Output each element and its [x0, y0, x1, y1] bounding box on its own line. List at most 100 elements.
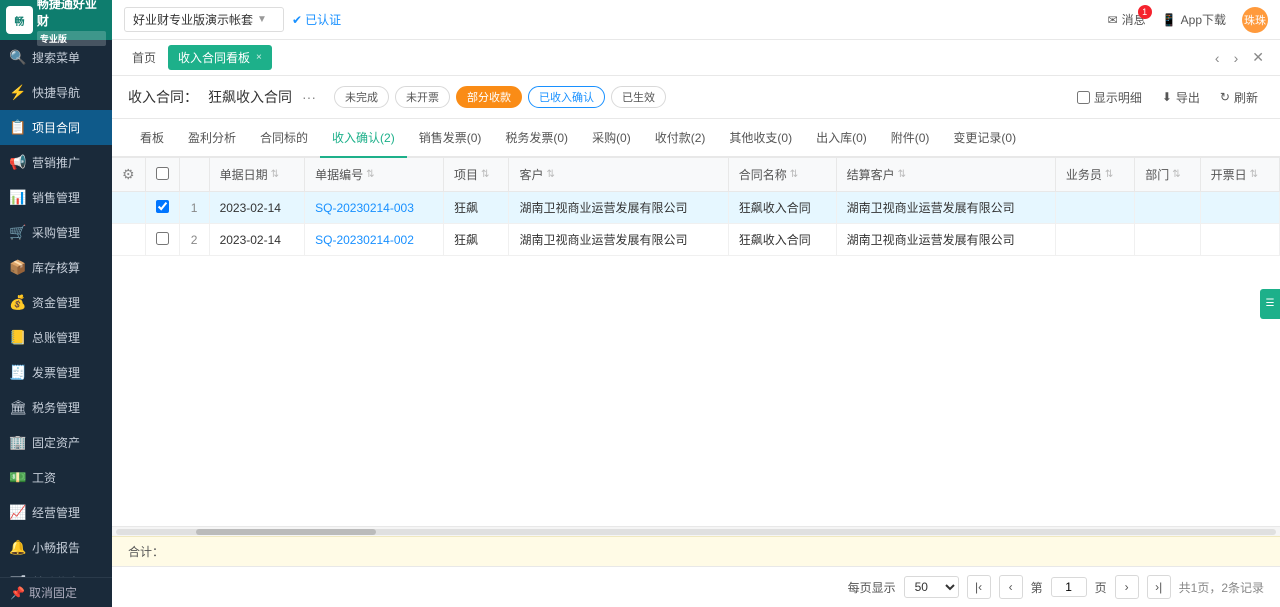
row1-final-customer: 湖南卫视商业运营发展有限公司: [836, 192, 1055, 224]
more-options-button[interactable]: ···: [302, 89, 316, 105]
row2-contract: 狂飙收入合同: [728, 224, 836, 256]
sidebar-item-ledger[interactable]: 📒 总账管理: [0, 320, 112, 355]
row2-department: [1135, 224, 1200, 256]
tab-subject[interactable]: 合同标的: [248, 119, 320, 158]
company-selector[interactable]: 好业财专业版演示帐套 ▼: [124, 7, 284, 32]
table-header-row: ⚙ 单据日期 ⇅: [112, 158, 1280, 192]
th-final-customer-label: 结算客户: [847, 166, 895, 183]
sidebar-item-label: 税务管理: [32, 399, 80, 416]
tab-tax-invoice[interactable]: 税务发票(0): [493, 119, 580, 158]
page-input[interactable]: [1051, 577, 1087, 597]
tab-purchase[interactable]: 采购(0): [580, 119, 643, 158]
th-customer[interactable]: 客户 ⇅: [509, 158, 728, 192]
settings-icon[interactable]: ⚙: [122, 166, 135, 182]
sidebar-item-purchase[interactable]: 🛒 采购管理: [0, 215, 112, 250]
scrollbar-thumb[interactable]: [196, 529, 376, 535]
sidebar-item-search[interactable]: 🔍 搜索菜单: [0, 40, 112, 75]
th-department-label: 部门: [1145, 166, 1169, 183]
sidebar-item-sales[interactable]: 📊 销售管理: [0, 180, 112, 215]
sidebar-item-fixed-assets[interactable]: 🏢 固定资产: [0, 425, 112, 460]
th-final-customer[interactable]: 结算客户 ⇅: [836, 158, 1055, 192]
page-next-button[interactable]: ›: [1115, 575, 1139, 599]
page-header: 收入合同： 狂飙收入合同 ··· 未完成 未开票 部分收款 已收入确认 已生效 …: [112, 76, 1280, 119]
show-detail-checkbox[interactable]: 显示明细: [1071, 87, 1148, 108]
row2-date: 2023-02-14: [209, 224, 305, 256]
tab-warehouse[interactable]: 出入库(0): [804, 119, 879, 158]
app-download-button[interactable]: 📱 App下载: [1162, 11, 1226, 28]
tab-income-contract[interactable]: 收入合同看板 ×: [168, 45, 272, 70]
status-uninvoiced[interactable]: 未开票: [395, 86, 450, 108]
company-name: 好业财专业版演示帐套: [133, 11, 253, 28]
sidebar-item-project-contract[interactable]: 📋 项目合同: [0, 110, 112, 145]
select-all-checkbox[interactable]: [156, 167, 169, 180]
status-incomplete[interactable]: 未完成: [334, 86, 389, 108]
user-avatar-button[interactable]: 珠珠: [1242, 7, 1268, 33]
sidebar-item-invoice[interactable]: 🧾 发票管理: [0, 355, 112, 390]
horizontal-scrollbar[interactable]: [112, 526, 1280, 536]
sidebar-item-report[interactable]: 🔔 小畅报告: [0, 530, 112, 565]
status-partial-received[interactable]: 部分收款: [456, 86, 522, 108]
th-contract[interactable]: 合同名称 ⇅: [728, 158, 836, 192]
refresh-button[interactable]: ↻ 刷新: [1214, 87, 1264, 108]
sidebar-item-base-info[interactable]: 🗂 基础信息: [0, 565, 112, 577]
total-label: 合计：: [128, 543, 164, 560]
sidebar-item-quicknav[interactable]: ⚡ 快捷导航: [0, 75, 112, 110]
tab-attachment[interactable]: 附件(0): [879, 119, 942, 158]
th-number[interactable]: 单据编号 ⇅: [305, 158, 444, 192]
verified-badge: ✔ 已认证: [292, 11, 341, 28]
show-detail-input[interactable]: [1077, 91, 1090, 104]
export-button[interactable]: ⬇ 导出: [1156, 87, 1206, 108]
sort-date-icon: ⇅: [271, 169, 279, 180]
sidebar-item-ops[interactable]: 📈 经营管理: [0, 495, 112, 530]
page-label: 第: [1031, 579, 1043, 596]
row2-checkbox[interactable]: [145, 224, 179, 256]
sort-number-icon: ⇅: [366, 169, 374, 180]
tab-next-button[interactable]: ›: [1230, 48, 1243, 68]
status-effective[interactable]: 已生效: [611, 86, 666, 108]
th-date[interactable]: 单据日期 ⇅: [209, 158, 305, 192]
row1-checkbox[interactable]: [145, 192, 179, 224]
sidebar-item-tax[interactable]: 🏛 税务管理: [0, 390, 112, 425]
table-row: 1 2023-02-14 SQ-20230214-003 狂飙 湖南卫视商业运营…: [112, 192, 1280, 224]
row1-number[interactable]: SQ-20230214-003: [305, 192, 444, 224]
tab-kanban[interactable]: 看板: [128, 119, 176, 158]
messages-button[interactable]: ✉ 消息 1: [1108, 11, 1146, 28]
app-download-icon: 📱: [1162, 13, 1177, 27]
tab-other[interactable]: 其他收支(0): [717, 119, 804, 158]
payroll-icon: 💵: [10, 470, 26, 486]
sidebar-item-inventory[interactable]: 📦 库存核算: [0, 250, 112, 285]
row2-number[interactable]: SQ-20230214-002: [305, 224, 444, 256]
inventory-icon: 📦: [10, 260, 26, 276]
th-department[interactable]: 部门 ⇅: [1135, 158, 1200, 192]
tab-prev-button[interactable]: ‹: [1211, 48, 1224, 68]
topbar: 好业财专业版演示帐套 ▼ ✔ 已认证 ✉ 消息 1 📱 App下载 珠珠: [112, 0, 1280, 40]
sidebar-nav: 🔍 搜索菜单 ⚡ 快捷导航 📋 项目合同 📢 营销推广 📊 销售管理 🛒 采购管…: [0, 40, 112, 577]
page-last-button[interactable]: ›|: [1147, 575, 1171, 599]
status-confirmed[interactable]: 已收入确认: [528, 86, 605, 108]
tab-change-log[interactable]: 变更记录(0): [941, 119, 1028, 158]
sidebar-item-marketing[interactable]: 📢 营销推广: [0, 145, 112, 180]
data-table-area: ⚙ 单据日期 ⇅: [112, 158, 1280, 526]
page-header-actions: 显示明细 ⬇ 导出 ↻ 刷新: [1071, 87, 1264, 108]
th-project[interactable]: 项目 ⇅: [444, 158, 509, 192]
row1-index: 1: [179, 192, 209, 224]
th-salesperson[interactable]: 业务员 ⇅: [1055, 158, 1134, 192]
tab-payment[interactable]: 收付款(2): [643, 119, 718, 158]
per-page-select[interactable]: 50 100 200: [904, 576, 959, 598]
tab-close-all-button[interactable]: ✕: [1248, 47, 1268, 68]
page-prev-button[interactable]: ‹: [999, 575, 1023, 599]
sidebar-bottom-pin[interactable]: 📌 取消固定: [0, 577, 112, 607]
page-first-button[interactable]: |‹: [967, 575, 991, 599]
tab-profit[interactable]: 盈利分析: [176, 119, 248, 158]
th-open-date[interactable]: 开票日 ⇅: [1200, 158, 1279, 192]
sidebar-item-funds[interactable]: 💰 资金管理: [0, 285, 112, 320]
row1-number-link[interactable]: SQ-20230214-003: [315, 201, 414, 215]
float-panel-button[interactable]: ☰: [1260, 289, 1280, 319]
sidebar-item-payroll[interactable]: 💵 工资: [0, 460, 112, 495]
tab-close-icon[interactable]: ×: [256, 52, 262, 63]
tab-home[interactable]: 首页: [124, 43, 164, 72]
tab-revenue-confirm[interactable]: 收入确认(2): [320, 119, 407, 158]
tab-sales-invoice[interactable]: 销售发票(0): [407, 119, 494, 158]
row2-number-link[interactable]: SQ-20230214-002: [315, 233, 414, 247]
data-table: ⚙ 单据日期 ⇅: [112, 158, 1280, 256]
